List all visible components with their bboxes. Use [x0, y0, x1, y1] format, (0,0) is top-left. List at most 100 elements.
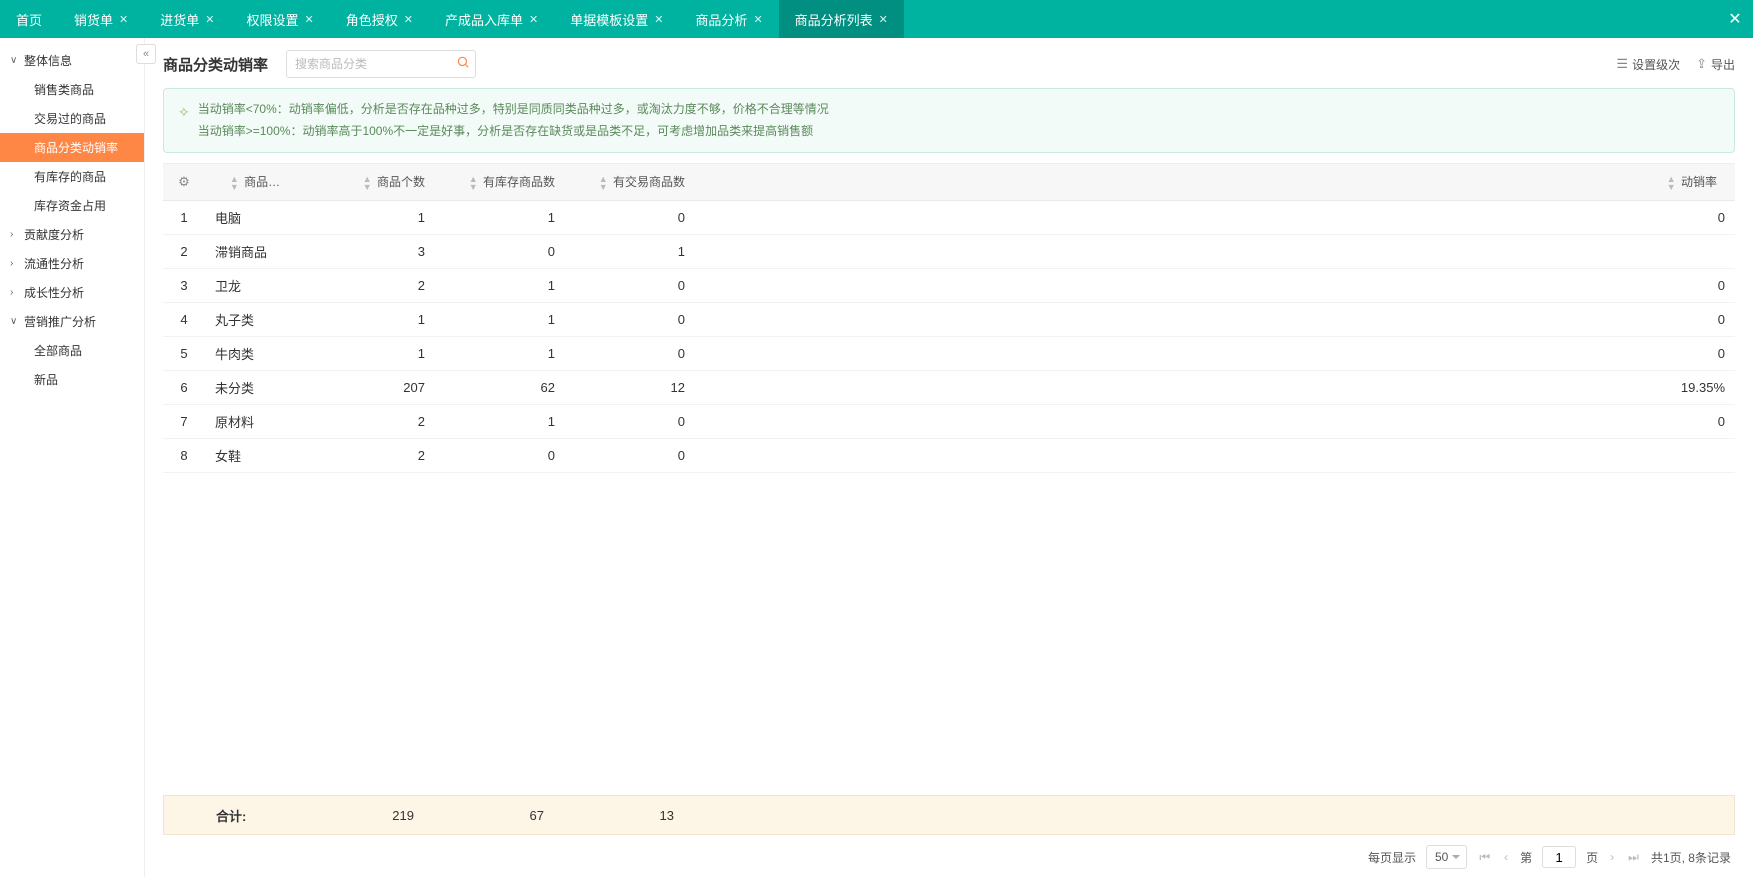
col-header-stock[interactable]: ▲▼ 有库存商品数 [435, 164, 565, 200]
sort-icon: ▲▼ [469, 175, 478, 191]
page-first-button[interactable]: ⏮ [1477, 850, 1492, 865]
row-index: 5 [163, 336, 205, 370]
tab-0[interactable]: 首页 [0, 0, 58, 38]
col-header-name[interactable]: ▲▼ 商品… [205, 164, 305, 200]
table-row[interactable]: 4丸子类1100 [163, 302, 1735, 336]
chevron-down-icon: ∨ [10, 55, 24, 66]
sidebar-group-1[interactable]: ›贡献度分析 [0, 220, 144, 249]
row-trade: 0 [565, 268, 695, 302]
sidebar-item-0-4[interactable]: 库存资金占用 [0, 191, 144, 220]
chevron-right-icon: › [10, 287, 24, 298]
close-icon[interactable]: ✕ [119, 13, 128, 26]
close-icon[interactable]: ✕ [654, 13, 663, 26]
row-stock: 0 [435, 234, 565, 268]
row-index: 2 [163, 234, 205, 268]
row-trade: 0 [565, 336, 695, 370]
sidebar-group-4[interactable]: ∨营销推广分析 [0, 307, 144, 336]
close-icon[interactable]: ✕ [305, 13, 314, 26]
page-next-button[interactable]: › [1608, 850, 1616, 864]
table-row[interactable]: 3卫龙2100 [163, 268, 1735, 302]
totals-count: 219 [306, 808, 436, 823]
row-name: 女鞋 [205, 438, 305, 472]
export-label: 导出 [1711, 56, 1735, 73]
table-row[interactable]: 2滞销商品301 [163, 234, 1735, 268]
tab-3[interactable]: 权限设置✕ [230, 0, 329, 38]
chevron-left-icon: « [143, 48, 149, 60]
per-page-value: 50 [1435, 850, 1448, 864]
table-row[interactable]: 7原材料2100 [163, 404, 1735, 438]
row-count: 2 [305, 438, 435, 472]
totals-trade: 13 [566, 808, 696, 823]
sidebar-group-2[interactable]: ›流通性分析 [0, 249, 144, 278]
sidebar-item-4-1[interactable]: 新品 [0, 365, 144, 394]
per-page-select[interactable]: 50 [1426, 845, 1467, 869]
row-count: 207 [305, 370, 435, 404]
tip-line-1: 当动销率<70%：动销率偏低，分析是否存在品种过多，特别是同质同类品种过多，或淘… [198, 99, 829, 121]
row-rate: 19.35% [695, 370, 1735, 404]
page-prev-button[interactable]: ‹ [1502, 850, 1510, 864]
page-input[interactable] [1542, 846, 1576, 868]
tab-6[interactable]: 单据模板设置✕ [554, 0, 679, 38]
sidebar-group-label: 营销推广分析 [24, 313, 96, 330]
search-icon[interactable] [456, 55, 470, 72]
tab-label: 角色授权 [346, 10, 398, 29]
row-stock: 1 [435, 200, 565, 234]
row-count: 3 [305, 234, 435, 268]
search-wrap [286, 50, 476, 78]
row-name: 丸子类 [205, 302, 305, 336]
row-trade: 0 [565, 302, 695, 336]
row-stock: 1 [435, 302, 565, 336]
sidebar-item-0-3[interactable]: 有库存的商品 [0, 162, 144, 191]
page-last-button[interactable]: ⏭ [1626, 850, 1641, 865]
close-icon[interactable]: ✕ [529, 13, 538, 26]
sidebar-item-4-0[interactable]: 全部商品 [0, 336, 144, 365]
close-icon[interactable]: ✕ [205, 13, 214, 26]
tab-label: 首页 [16, 10, 42, 29]
close-icon[interactable]: ✕ [404, 13, 413, 26]
row-count: 2 [305, 404, 435, 438]
tab-4[interactable]: 角色授权 ✕ [330, 0, 429, 38]
close-icon[interactable]: ✕ [753, 13, 762, 26]
sort-icon: ▲▼ [230, 175, 239, 191]
sidebar-item-0-2[interactable]: 商品分类动销率 [0, 133, 144, 162]
sidebar-group-0[interactable]: ∨整体信息 [0, 46, 144, 75]
close-icon[interactable]: ✕ [879, 13, 888, 26]
row-index: 4 [163, 302, 205, 336]
set-level-button[interactable]: ☰ 设置级次 [1616, 56, 1680, 73]
tab-label: 进货单 [160, 10, 199, 29]
sidebar-item-0-1[interactable]: 交易过的商品 [0, 104, 144, 133]
row-count: 2 [305, 268, 435, 302]
tab-2[interactable]: 进货单 ✕ [144, 0, 230, 38]
table-row[interactable]: 6未分类207621219.35% [163, 370, 1735, 404]
close-all-tabs-button[interactable]: ✕ [1717, 0, 1753, 38]
tab-7[interactable]: 商品分析✕ [679, 0, 778, 38]
col-header-count[interactable]: ▲▼ 商品个数 [305, 164, 435, 200]
chevron-down-icon: ∨ [10, 316, 24, 327]
sidebar-collapse-button[interactable]: « [136, 44, 156, 64]
table-row[interactable]: 5牛肉类1100 [163, 336, 1735, 370]
row-name: 电脑 [205, 200, 305, 234]
table-row[interactable]: 1电脑1100 [163, 200, 1735, 234]
table-settings-button[interactable]: ⚙ [163, 164, 205, 200]
row-trade: 0 [565, 404, 695, 438]
row-stock: 62 [435, 370, 565, 404]
col-header-count-label: 商品个数 [377, 175, 425, 189]
totals-row: 合计: 219 67 13 [163, 795, 1735, 835]
row-name: 未分类 [205, 370, 305, 404]
sidebar-group-3[interactable]: ›成长性分析 [0, 278, 144, 307]
export-button[interactable]: ⇪ 导出 [1696, 56, 1735, 73]
row-stock: 1 [435, 268, 565, 302]
tab-8[interactable]: 商品分析列表✕ [779, 0, 904, 38]
page-label-suf: 页 [1586, 849, 1598, 866]
tabbar-spacer [904, 0, 1717, 38]
tab-5[interactable]: 产成品入库单✕ [429, 0, 554, 38]
row-count: 1 [305, 336, 435, 370]
row-count: 1 [305, 302, 435, 336]
table-row[interactable]: 8女鞋200 [163, 438, 1735, 472]
col-header-rate[interactable]: ▲▼ 动销率 [695, 164, 1735, 200]
sidebar-item-0-0[interactable]: 销售类商品 [0, 75, 144, 104]
tab-1[interactable]: 销货单✕ [58, 0, 144, 38]
search-input[interactable] [286, 50, 476, 78]
chevron-right-icon: › [10, 258, 24, 269]
col-header-trade[interactable]: ▲▼ 有交易商品数 [565, 164, 695, 200]
